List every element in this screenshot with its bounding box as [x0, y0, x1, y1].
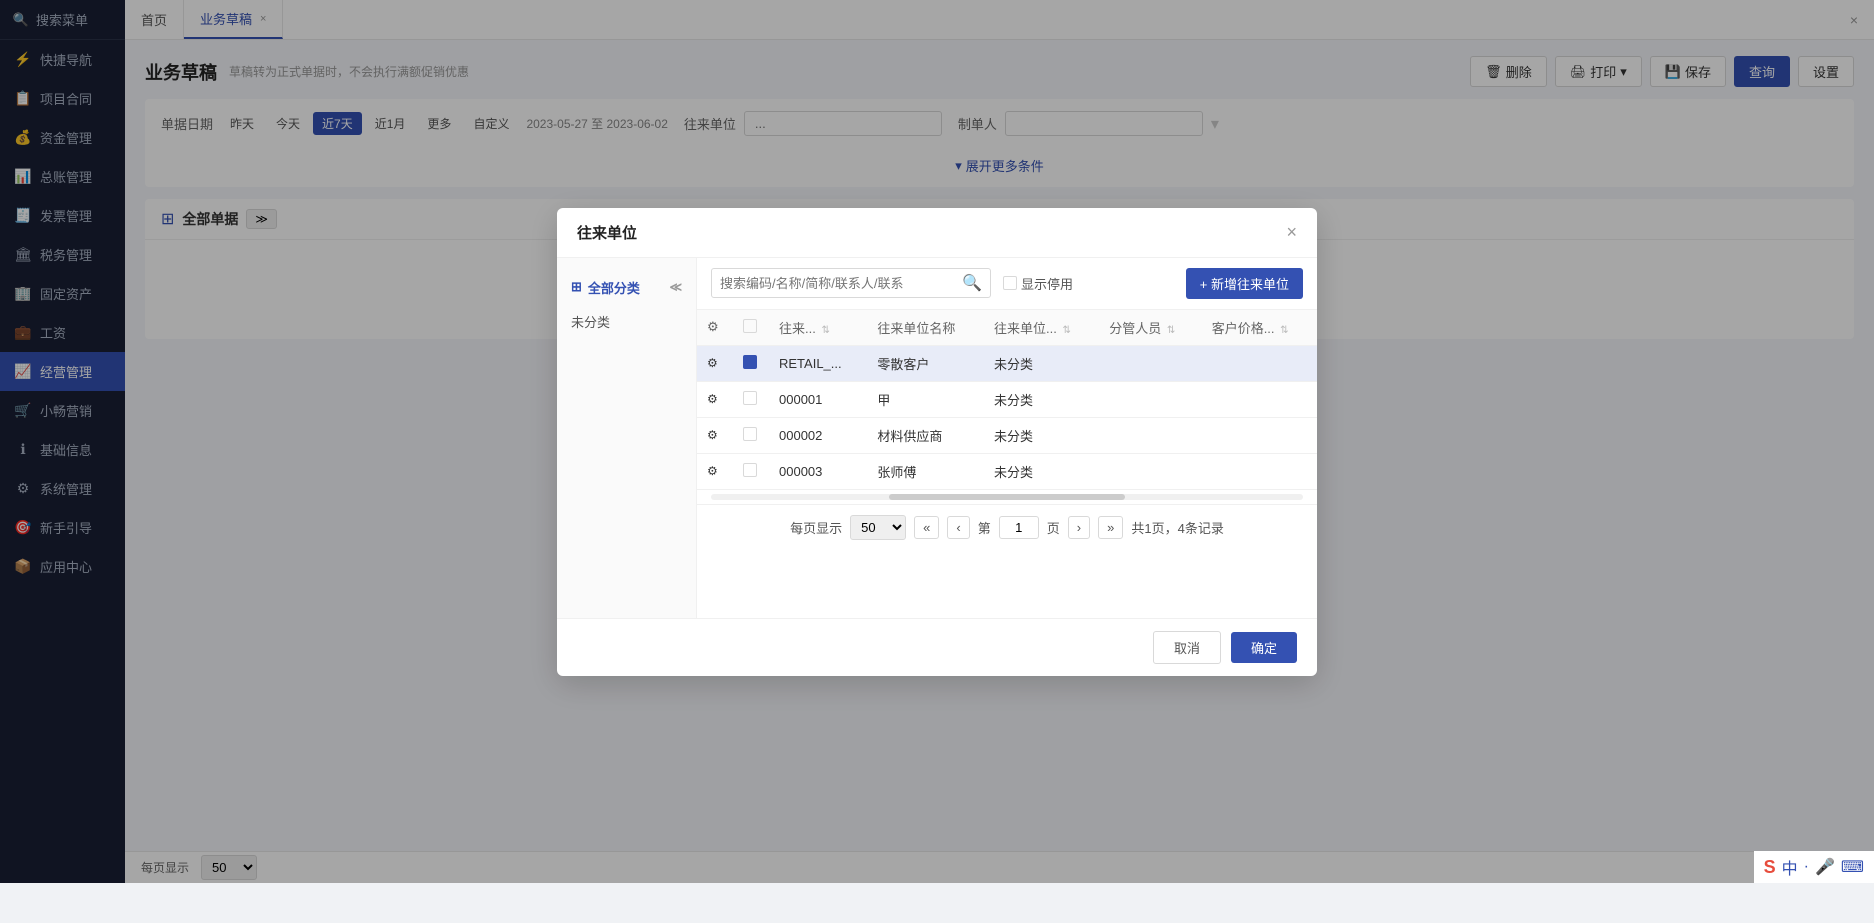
- dialog-pagination: 每页显示 50 100 « ‹ 第 页 › » 共1页，4条记录: [697, 504, 1317, 550]
- dialog-search-input[interactable]: [720, 276, 958, 291]
- show-disabled-toggle[interactable]: 显示停用: [1003, 274, 1073, 293]
- search-input-wrap[interactable]: 🔍: [711, 268, 991, 298]
- th-settings: ⚙: [697, 310, 733, 346]
- dialog-title: 往来单位: [577, 222, 637, 243]
- first-page-button[interactable]: «: [914, 516, 939, 539]
- category-panel: ⊞ 全部分类 ≪ 未分类: [557, 258, 697, 618]
- row-code-cell: 000001: [769, 381, 867, 417]
- dialog-overlay: 往来单位 × ⊞ 全部分类 ≪ 未分类: [0, 0, 1874, 883]
- keyboard-icon[interactable]: ⌨: [1841, 857, 1864, 877]
- row-checkbox[interactable]: [743, 355, 757, 369]
- dialog-data-table: ⚙ 往来... ⇅ 往来单位名称 往来单位... ⇅: [697, 310, 1317, 490]
- select-all-checkbox[interactable]: [743, 319, 757, 333]
- category-all-btn[interactable]: ⊞ 全部分类 ≪: [557, 270, 696, 305]
- row-checkbox-cell[interactable]: [733, 453, 769, 489]
- th-price: 客户价格... ⇅: [1202, 310, 1317, 346]
- row-name-cell: 张师傅: [867, 453, 984, 489]
- horizontal-scrollbar[interactable]: [711, 494, 1303, 500]
- sort-icon-3: ⇅: [1167, 325, 1175, 336]
- logo-s-icon: S: [1764, 857, 1776, 878]
- row-code-cell: 000003: [769, 453, 867, 489]
- table-row[interactable]: ⚙ 000001 甲 未分类: [697, 381, 1317, 417]
- category-collapse-icon[interactable]: ≪: [669, 280, 682, 294]
- table-panel: 🔍 显示停用 + 新增往来单位 ⚙: [697, 258, 1317, 618]
- sort-icon-4: ⇅: [1280, 325, 1288, 336]
- th-name: 往来单位名称: [867, 310, 984, 346]
- row-manager-cell: [1099, 417, 1201, 453]
- show-disabled-label: 显示停用: [1021, 274, 1073, 293]
- row-checkbox[interactable]: [743, 463, 757, 477]
- row-price-cell: [1202, 417, 1317, 453]
- th-checkbox: [733, 310, 769, 346]
- row-manager-cell: [1099, 381, 1201, 417]
- dialog-body: ⊞ 全部分类 ≪ 未分类 🔍 显示停用: [557, 258, 1317, 618]
- dialog-table-scroll: ⚙ 往来... ⇅ 往来单位名称 往来单位... ⇅: [697, 310, 1317, 490]
- prev-page-button[interactable]: ‹: [947, 516, 969, 539]
- row-settings-cell: ⚙: [697, 417, 733, 453]
- per-page-label: 每页显示: [790, 518, 842, 537]
- show-disabled-checkbox[interactable]: [1003, 276, 1017, 290]
- page-number-input[interactable]: [999, 516, 1039, 539]
- mic-icon[interactable]: 🎤: [1815, 857, 1835, 877]
- row-checkbox-cell[interactable]: [733, 381, 769, 417]
- dialog-close-button[interactable]: ×: [1286, 222, 1297, 243]
- category-all-label: 全部分类: [588, 278, 640, 297]
- row-settings-cell: ⚙: [697, 453, 733, 489]
- dialog-search-bar: 🔍 显示停用 + 新增往来单位: [697, 258, 1317, 310]
- row-checkbox[interactable]: [743, 391, 757, 405]
- page-prefix: 第: [978, 518, 991, 537]
- row-category-cell: 未分类: [984, 381, 1099, 417]
- add-partner-button[interactable]: + 新增往来单位: [1186, 268, 1303, 299]
- th-manager: 分管人员 ⇅: [1099, 310, 1201, 346]
- row-name-cell: 甲: [867, 381, 984, 417]
- row-category-cell: 未分类: [984, 453, 1099, 489]
- table-row[interactable]: ⚙ 000002 材料供应商 未分类: [697, 417, 1317, 453]
- dialog-footer: 取消 确定: [557, 618, 1317, 676]
- th-code: 往来... ⇅: [769, 310, 867, 346]
- table-row[interactable]: ⚙ RETAIL_... 零散客户 未分类: [697, 345, 1317, 381]
- next-page-button[interactable]: ›: [1068, 516, 1090, 539]
- row-code-cell: 000002: [769, 417, 867, 453]
- cancel-button[interactable]: 取消: [1153, 631, 1221, 664]
- th-category: 往来单位... ⇅: [984, 310, 1099, 346]
- dot-icon: ·: [1804, 858, 1809, 876]
- row-manager-cell: [1099, 345, 1201, 381]
- row-category-cell: 未分类: [984, 345, 1099, 381]
- row-checkbox-cell[interactable]: [733, 417, 769, 453]
- search-icon: 🔍: [962, 273, 982, 293]
- category-grid-icon: ⊞: [571, 279, 582, 295]
- scrollbar-thumb[interactable]: [889, 494, 1126, 500]
- row-price-cell: [1202, 345, 1317, 381]
- row-category-cell: 未分类: [984, 417, 1099, 453]
- per-page-select[interactable]: 50 100: [850, 515, 906, 540]
- row-checkbox-cell[interactable]: [733, 345, 769, 381]
- row-checkbox[interactable]: [743, 427, 757, 441]
- row-name-cell: 材料供应商: [867, 417, 984, 453]
- category-item-unclassified[interactable]: 未分类: [557, 305, 696, 338]
- dialog-header: 往来单位 ×: [557, 208, 1317, 258]
- sort-icon: ⇅: [821, 325, 829, 336]
- last-page-button[interactable]: »: [1098, 516, 1123, 539]
- table-row[interactable]: ⚙ 000003 张师傅 未分类: [697, 453, 1317, 489]
- sort-icon-2: ⇅: [1062, 325, 1070, 336]
- row-name-cell: 零散客户: [867, 345, 984, 381]
- row-price-cell: [1202, 381, 1317, 417]
- taskbar-right: S 中 · 🎤 ⌨: [1754, 851, 1874, 883]
- zh-icon: 中: [1782, 855, 1798, 879]
- row-settings-cell: ⚙: [697, 345, 733, 381]
- confirm-button[interactable]: 确定: [1231, 632, 1297, 663]
- page-suffix: 页: [1047, 518, 1060, 537]
- row-price-cell: [1202, 453, 1317, 489]
- row-settings-cell: ⚙: [697, 381, 733, 417]
- row-manager-cell: [1099, 453, 1201, 489]
- total-records: 共1页，4条记录: [1131, 518, 1223, 537]
- row-code-cell: RETAIL_...: [769, 345, 867, 381]
- partner-dialog: 往来单位 × ⊞ 全部分类 ≪ 未分类: [557, 208, 1317, 676]
